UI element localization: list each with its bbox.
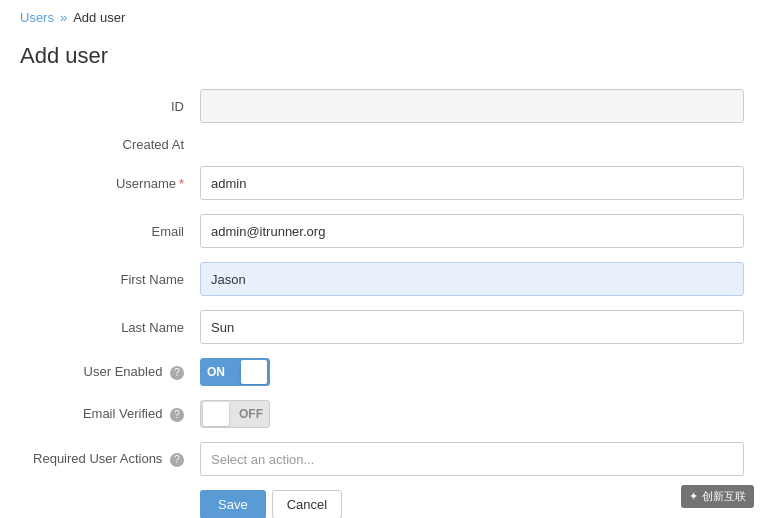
page-title: Add user: [20, 43, 744, 69]
user-enabled-row: User Enabled ? ON: [20, 358, 744, 386]
email-verified-row: Email Verified ? OFF: [20, 400, 744, 428]
form-buttons: Save Cancel: [200, 490, 744, 518]
first-name-row: First Name: [20, 262, 744, 296]
toggle-off-knob: [203, 402, 229, 426]
first-name-input[interactable]: [200, 262, 744, 296]
id-row: ID: [20, 89, 744, 123]
created-at-row: Created At: [20, 137, 744, 152]
created-at-label: Created At: [20, 137, 200, 152]
save-button[interactable]: Save: [200, 490, 266, 518]
last-name-label: Last Name: [20, 320, 200, 335]
user-enabled-label: User Enabled ?: [20, 364, 200, 380]
username-row: Username*: [20, 166, 744, 200]
toggle-on-knob: [241, 360, 267, 384]
first-name-label: First Name: [20, 272, 200, 287]
required-actions-label: Required User Actions ?: [20, 451, 200, 467]
breadcrumb-current: Add user: [73, 10, 125, 25]
add-user-form: ID Created At Username* Email First Name…: [20, 89, 744, 518]
email-input[interactable]: [200, 214, 744, 248]
breadcrumb-users-link[interactable]: Users: [20, 10, 54, 25]
required-actions-help-icon[interactable]: ?: [170, 453, 184, 467]
username-required-indicator: *: [179, 176, 184, 191]
required-actions-select[interactable]: Select an action...: [200, 442, 744, 476]
cancel-button[interactable]: Cancel: [272, 490, 342, 518]
watermark-icon: ✦: [689, 490, 698, 503]
last-name-row: Last Name: [20, 310, 744, 344]
watermark: ✦ 创新互联: [681, 485, 754, 508]
username-input[interactable]: [200, 166, 744, 200]
last-name-input[interactable]: [200, 310, 744, 344]
email-verified-toggle-container: OFF: [200, 400, 270, 428]
username-label: Username*: [20, 176, 200, 191]
user-enabled-help-icon[interactable]: ?: [170, 366, 184, 380]
id-label: ID: [20, 99, 200, 114]
email-verified-help-icon[interactable]: ?: [170, 408, 184, 422]
email-verified-toggle[interactable]: OFF: [200, 400, 270, 428]
id-input[interactable]: [200, 89, 744, 123]
watermark-text: 创新互联: [702, 489, 746, 504]
email-row: Email: [20, 214, 744, 248]
required-actions-row: Required User Actions ? Select an action…: [20, 442, 744, 476]
user-enabled-toggle[interactable]: ON: [200, 358, 270, 386]
email-verified-label: Email Verified ?: [20, 406, 200, 422]
toggle-off-label: OFF: [239, 407, 263, 421]
breadcrumb-separator: »: [60, 10, 67, 25]
toggle-on-label: ON: [207, 365, 225, 379]
breadcrumb: Users » Add user: [20, 10, 744, 25]
user-enabled-toggle-container: ON: [200, 358, 270, 386]
email-label: Email: [20, 224, 200, 239]
